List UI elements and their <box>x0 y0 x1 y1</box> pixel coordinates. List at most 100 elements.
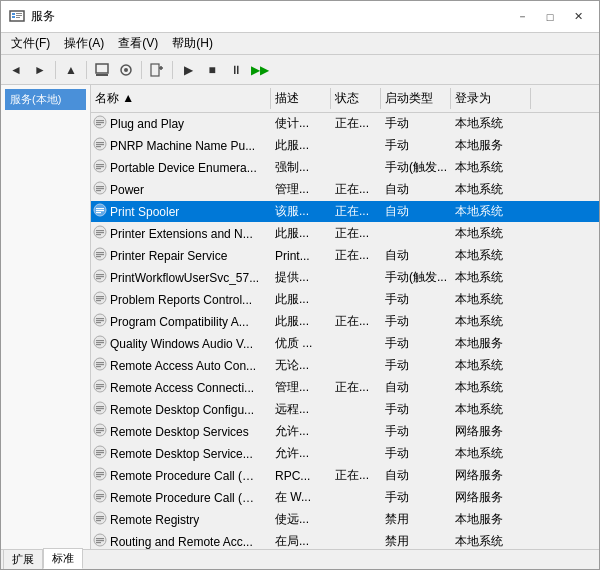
service-status-cell: 正在... <box>331 311 381 332</box>
table-row[interactable]: PrintWorkflowUserSvc_57...提供...手动(触发...本… <box>91 267 599 289</box>
table-row[interactable]: Print Spooler该服...正在...自动本地系统 <box>91 201 599 223</box>
back-button[interactable]: ◄ <box>5 59 27 81</box>
tab-bar: 扩展 标准 <box>1 549 599 569</box>
service-status-cell <box>331 144 381 148</box>
table-row[interactable]: Portable Device Enumera...强制...手动(触发...本… <box>91 157 599 179</box>
toolbar-separator-2 <box>86 61 87 79</box>
properties-button[interactable] <box>115 59 137 81</box>
svg-rect-14 <box>96 120 104 121</box>
service-desc-cell: 管理... <box>271 179 331 200</box>
service-name-cell: Quality Windows Audio V... <box>91 334 271 353</box>
service-desc-cell: 允许... <box>271 443 331 464</box>
start-button[interactable]: ▶ <box>177 59 199 81</box>
up-button[interactable]: ▲ <box>60 59 82 81</box>
service-status-cell: 正在... <box>331 113 381 134</box>
table-row[interactable]: Remote Access Connecti...管理...正在...自动本地系… <box>91 377 599 399</box>
svg-rect-10 <box>151 64 159 76</box>
toolbar: ◄ ► ▲ ▶ ■ ⏸ ▶▶ <box>1 55 599 85</box>
tab-expand[interactable]: 扩展 <box>3 549 43 569</box>
table-row[interactable]: Power管理...正在...自动本地系统 <box>91 179 599 201</box>
table-row[interactable]: Remote Registry使远...禁用本地服务 <box>91 509 599 531</box>
table-row[interactable]: Remote Procedure Call (…RPC...正在...自动网络服… <box>91 465 599 487</box>
service-icon <box>93 335 107 352</box>
table-row[interactable]: Printer Repair ServicePrint...正在...自动本地系… <box>91 245 599 267</box>
service-status-cell <box>331 540 381 544</box>
col-login[interactable]: 登录为 <box>451 88 531 109</box>
table-row[interactable]: Remote Access Auto Con...无论...手动本地系统 <box>91 355 599 377</box>
svg-rect-36 <box>96 234 101 235</box>
table-row[interactable]: Plug and Play使计...正在...手动本地系统 <box>91 113 599 135</box>
menu-action[interactable]: 操作(A) <box>58 33 110 54</box>
main-window: 服务 － □ ✕ 文件(F) 操作(A) 查看(V) 帮助(H) ◄ ► ▲ ▶ <box>0 0 600 570</box>
toolbar-separator-1 <box>55 61 56 79</box>
svg-rect-2 <box>12 16 15 18</box>
service-startup-cell: 自动 <box>381 201 451 222</box>
service-name-cell: Printer Extensions and N... <box>91 224 271 243</box>
service-name-cell: Remote Access Connecti... <box>91 378 271 397</box>
menu-view[interactable]: 查看(V) <box>112 33 164 54</box>
svg-rect-26 <box>96 186 104 187</box>
maximize-button[interactable]: □ <box>537 7 563 27</box>
service-startup-cell: 手动(触发... <box>381 267 451 288</box>
col-desc[interactable]: 描述 <box>271 88 331 109</box>
forward-button[interactable]: ► <box>29 59 51 81</box>
service-status-cell <box>331 364 381 368</box>
service-startup-cell: 禁用 <box>381 531 451 549</box>
svg-rect-90 <box>96 538 104 539</box>
table-row[interactable]: Remote Procedure Call (…在 W...手动网络服务 <box>91 487 599 509</box>
service-icon <box>93 445 107 462</box>
table-row[interactable]: Remote Desktop Configu...远程...手动本地系统 <box>91 399 599 421</box>
show-hide-button[interactable] <box>91 59 113 81</box>
service-name-text: Remote Desktop Configu... <box>110 403 254 417</box>
service-name-text: Print Spooler <box>110 205 179 219</box>
table-row[interactable]: Quality Windows Audio V...优质 ...手动本地服务 <box>91 333 599 355</box>
table-row[interactable]: Routing and Remote Acc...在局...禁用本地系统 <box>91 531 599 549</box>
service-login-cell: 本地系统 <box>451 201 531 222</box>
service-icon <box>93 401 107 418</box>
sidebar-title[interactable]: 服务(本地) <box>5 89 86 110</box>
table-row[interactable]: PNRP Machine Name Pu...此服...手动本地服务 <box>91 135 599 157</box>
content-area: 名称 ▲ 描述 状态 启动类型 登录为 Plug and Play使计...正在… <box>91 85 599 549</box>
svg-rect-32 <box>96 212 101 213</box>
service-status-cell: 正在... <box>331 223 381 244</box>
service-name-text: Printer Extensions and N... <box>110 227 253 241</box>
service-desc-cell: 在 W... <box>271 487 331 508</box>
svg-rect-87 <box>96 518 104 519</box>
close-button[interactable]: ✕ <box>565 7 591 27</box>
stop-button[interactable]: ■ <box>201 59 223 81</box>
svg-rect-20 <box>96 146 101 147</box>
table-row[interactable]: Printer Extensions and N...此服...正在...本地系… <box>91 223 599 245</box>
table-row[interactable]: Problem Reports Control...此服...手动本地系统 <box>91 289 599 311</box>
service-icon <box>93 511 107 528</box>
service-name-text: Program Compatibility A... <box>110 315 249 329</box>
svg-rect-76 <box>96 454 101 455</box>
pause-button[interactable]: ⏸ <box>225 59 247 81</box>
service-name-cell: Problem Reports Control... <box>91 290 271 309</box>
col-startup[interactable]: 启动类型 <box>381 88 451 109</box>
service-icon <box>93 379 107 396</box>
restart-button[interactable]: ▶▶ <box>249 59 271 81</box>
minimize-button[interactable]: － <box>509 7 535 27</box>
service-desc-cell: 管理... <box>271 377 331 398</box>
table-row[interactable]: Program Compatibility A...此服...正在...手动本地… <box>91 311 599 333</box>
menu-help[interactable]: 帮助(H) <box>166 33 219 54</box>
service-startup-cell: 手动 <box>381 355 451 376</box>
service-status-cell <box>331 518 381 522</box>
tab-standard[interactable]: 标准 <box>43 548 83 569</box>
svg-rect-80 <box>96 476 101 477</box>
new-button[interactable] <box>146 59 168 81</box>
col-name[interactable]: 名称 ▲ <box>91 88 271 109</box>
service-status-cell: 正在... <box>331 465 381 486</box>
table-row[interactable]: Remote Desktop Services允许...手动网络服务 <box>91 421 599 443</box>
svg-rect-72 <box>96 432 101 433</box>
svg-rect-16 <box>96 124 101 125</box>
svg-rect-47 <box>96 298 104 299</box>
menu-file[interactable]: 文件(F) <box>5 33 56 54</box>
service-name-text: Power <box>110 183 144 197</box>
service-name-cell: Program Compatibility A... <box>91 312 271 331</box>
service-login-cell: 本地系统 <box>451 179 531 200</box>
service-desc-cell: 提供... <box>271 267 331 288</box>
col-status[interactable]: 状态 <box>331 88 381 109</box>
app-icon <box>9 9 25 25</box>
table-row[interactable]: Remote Desktop Service...允许...手动本地系统 <box>91 443 599 465</box>
